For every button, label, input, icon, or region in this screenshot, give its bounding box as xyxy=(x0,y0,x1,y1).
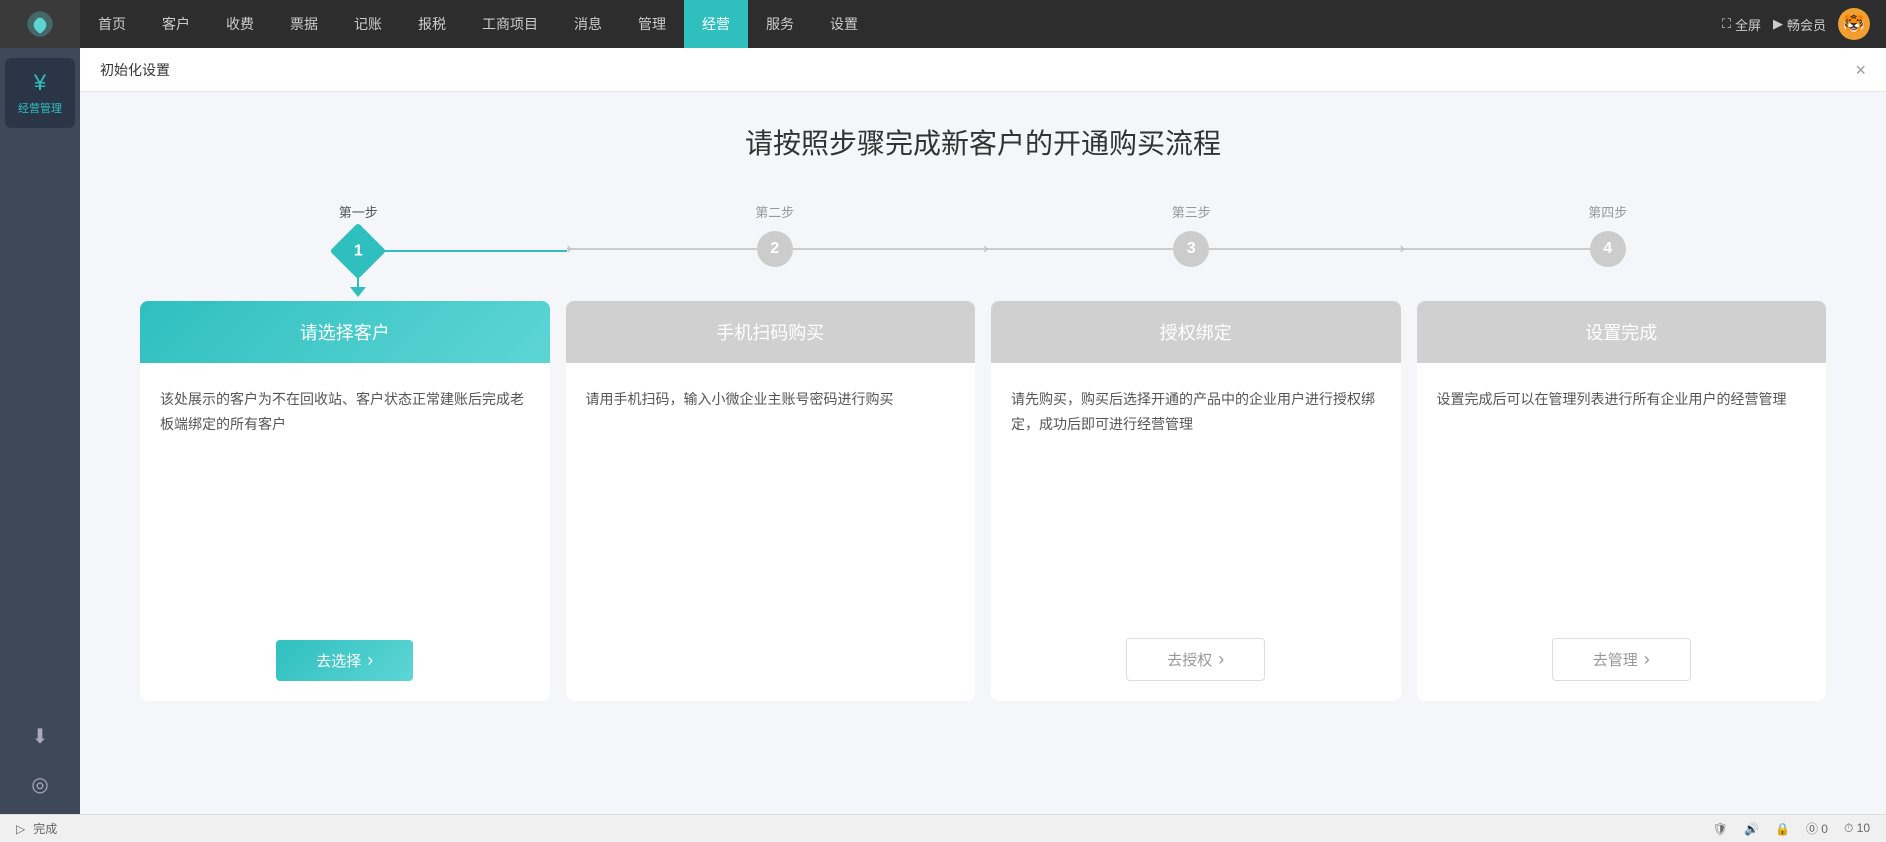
step2-card-body: 请用手机扫码，输入小微企业主账号密码进行购买 xyxy=(566,363,976,665)
volume-icon: 🔊 xyxy=(1744,822,1759,836)
step3-number: 3 xyxy=(1173,231,1209,267)
member-btn[interactable]: ▶ 畅会员 xyxy=(1773,15,1826,34)
sidebar-bottom: ⬇ ◎ xyxy=(20,716,60,804)
cards-row: 请选择客户 该处展示的客户为不在回收站、客户状态正常建账后完成老板端绑定的所有客… xyxy=(140,301,1826,701)
step1-card-footer: 去选择 › xyxy=(140,624,550,701)
operation-icon: ¥ xyxy=(34,70,46,96)
sidebar-item-operation[interactable]: ¥ 经营管理 xyxy=(5,58,75,128)
sidebar: ¥ 经营管理 ⬇ ◎ xyxy=(0,48,80,814)
step3-label: 第三步 xyxy=(1172,202,1211,221)
app-logo xyxy=(0,0,80,48)
page-title: 初始化设置 xyxy=(100,60,170,80)
step4-card: 设置完成 设置完成后可以在管理列表进行所有企业用户的经营管理 去管理 › xyxy=(1417,301,1827,701)
nav-fee[interactable]: 收费 xyxy=(208,0,272,48)
step3-card-body: 请先购买，购买后选择开通的产品中的企业用户进行授权绑定，成功后即可进行经营管理 xyxy=(991,363,1401,622)
support-btn[interactable]: ◎ xyxy=(20,764,60,804)
nav-business[interactable]: 工商项目 xyxy=(464,0,556,48)
step1-action-btn[interactable]: 去选择 › xyxy=(276,640,413,681)
nav-message[interactable]: 消息 xyxy=(556,0,620,48)
step3-card: 授权绑定 请先购买，购买后选择开通的产品中的企业用户进行授权绑定，成功后即可进行… xyxy=(991,301,1401,701)
download-btn[interactable]: ⬇ xyxy=(20,716,60,756)
status-label: 完成 xyxy=(33,820,57,837)
play-icon: ▶ xyxy=(1773,16,1783,32)
step4-card-text: 设置完成后可以在管理列表进行所有企业用户的经营管理 xyxy=(1437,391,1787,407)
nav-service[interactable]: 服务 xyxy=(748,0,812,48)
nav-customer[interactable]: 客户 xyxy=(144,0,208,48)
nav-home[interactable]: 首页 xyxy=(80,0,144,48)
step4-card-footer: 去管理 › xyxy=(1417,622,1827,701)
step2-card-header: 手机扫码购买 xyxy=(566,301,976,363)
step4-card-header: 设置完成 xyxy=(1417,301,1827,363)
nav-ticket[interactable]: 票据 xyxy=(272,0,336,48)
step1-label: 第一步 xyxy=(339,202,378,221)
step3-action-btn[interactable]: 去授权 › xyxy=(1126,638,1265,681)
step4-action-btn[interactable]: 去管理 › xyxy=(1552,638,1691,681)
step2-card: 手机扫码购买 请用手机扫码，输入小微企业主账号密码进行购买 xyxy=(566,301,976,701)
step3-card-text: 请先购买，购买后选择开通的产品中的企业用户进行授权绑定，成功后即可进行经营管理 xyxy=(1011,391,1375,432)
step2-label: 第二步 xyxy=(755,202,794,221)
page-header: 初始化设置 × xyxy=(80,48,1886,92)
main-content: 初始化设置 × 请按照步骤完成新客户的开通购买流程 第一步 1 xyxy=(80,48,1886,814)
step1-card: 请选择客户 该处展示的客户为不在回收站、客户状态正常建账后完成老板端绑定的所有客… xyxy=(140,301,550,701)
nav-settings[interactable]: 设置 xyxy=(812,0,876,48)
nav-accounting[interactable]: 记账 xyxy=(336,0,400,48)
step3-card-footer: 去授权 › xyxy=(991,622,1401,701)
fullscreen-label: 全屏 xyxy=(1735,15,1761,34)
step4-label: 第四步 xyxy=(1588,202,1627,221)
main-title: 请按照步骤完成新客户的开通购买流程 xyxy=(140,122,1826,162)
notification-count: ⓪ 0 xyxy=(1806,820,1828,837)
step1-btn-label: 去选择 xyxy=(316,650,361,671)
top-nav: 首页 客户 收费 票据 记账 报税 工商项目 消息 管理 经营 服务 设置 ⛶ … xyxy=(0,0,1886,48)
status-bar-right: 🛡 🔊 🔒 ⓪ 0 ⏱ 10 xyxy=(1713,820,1870,837)
play-icon: ▷ xyxy=(16,822,25,836)
avatar[interactable]: 🐯 xyxy=(1838,8,1870,40)
step2-card-text: 请用手机扫码，输入小微企业主账号密码进行购买 xyxy=(586,391,894,407)
step1-btn-arrow: › xyxy=(367,650,373,671)
step4-card-title: 设置完成 xyxy=(1585,323,1657,343)
nav-right: ⛶ 全屏 ▶ 畅会员 🐯 xyxy=(1722,8,1886,40)
step1-card-title: 请选择客户 xyxy=(300,323,390,343)
member-label: 畅会员 xyxy=(1787,15,1826,34)
lock-icon: 🔒 xyxy=(1775,822,1790,836)
status-bar: ▷ 完成 🛡 🔊 🔒 ⓪ 0 ⏱ 10 xyxy=(0,814,1886,842)
step1-number: 1 xyxy=(354,242,363,260)
step4-number: 4 xyxy=(1590,231,1626,267)
step2-number: 2 xyxy=(757,231,793,267)
fullscreen-icon: ⛶ xyxy=(1722,16,1731,32)
shield-icon: 🛡 xyxy=(1713,822,1728,836)
step3-card-title: 授权绑定 xyxy=(1160,323,1232,343)
close-button[interactable]: × xyxy=(1855,61,1866,79)
step4-btn-arrow: › xyxy=(1644,649,1650,670)
step4-card-body: 设置完成后可以在管理列表进行所有企业用户的经营管理 xyxy=(1417,363,1827,622)
time-indicator: ⏱ 10 xyxy=(1844,821,1870,836)
step1-card-header: 请选择客户 xyxy=(140,301,550,363)
step2-card-title: 手机扫码购买 xyxy=(716,323,824,343)
step2-card-footer xyxy=(566,665,976,701)
step3-btn-label: 去授权 xyxy=(1167,649,1212,670)
fullscreen-btn[interactable]: ⛶ 全屏 xyxy=(1722,15,1761,34)
sidebar-item-label: 经营管理 xyxy=(18,100,62,116)
step3-btn-arrow: › xyxy=(1218,649,1224,670)
nav-operation[interactable]: 经营 xyxy=(684,0,748,48)
nav-tax[interactable]: 报税 xyxy=(400,0,464,48)
step3-card-header: 授权绑定 xyxy=(991,301,1401,363)
step1-card-body: 该处展示的客户为不在回收站、客户状态正常建账后完成老板端绑定的所有客户 xyxy=(140,363,550,624)
status-bar-left: ▷ 完成 xyxy=(16,820,57,837)
page-content: 请按照步骤完成新客户的开通购买流程 第一步 1 xyxy=(80,92,1886,731)
nav-manage[interactable]: 管理 xyxy=(620,0,684,48)
step4-btn-label: 去管理 xyxy=(1593,649,1638,670)
step1-card-text: 该处展示的客户为不在回收站、客户状态正常建账后完成老板端绑定的所有客户 xyxy=(160,391,524,432)
nav-items: 首页 客户 收费 票据 记账 报税 工商项目 消息 管理 经营 服务 设置 xyxy=(80,0,1722,48)
